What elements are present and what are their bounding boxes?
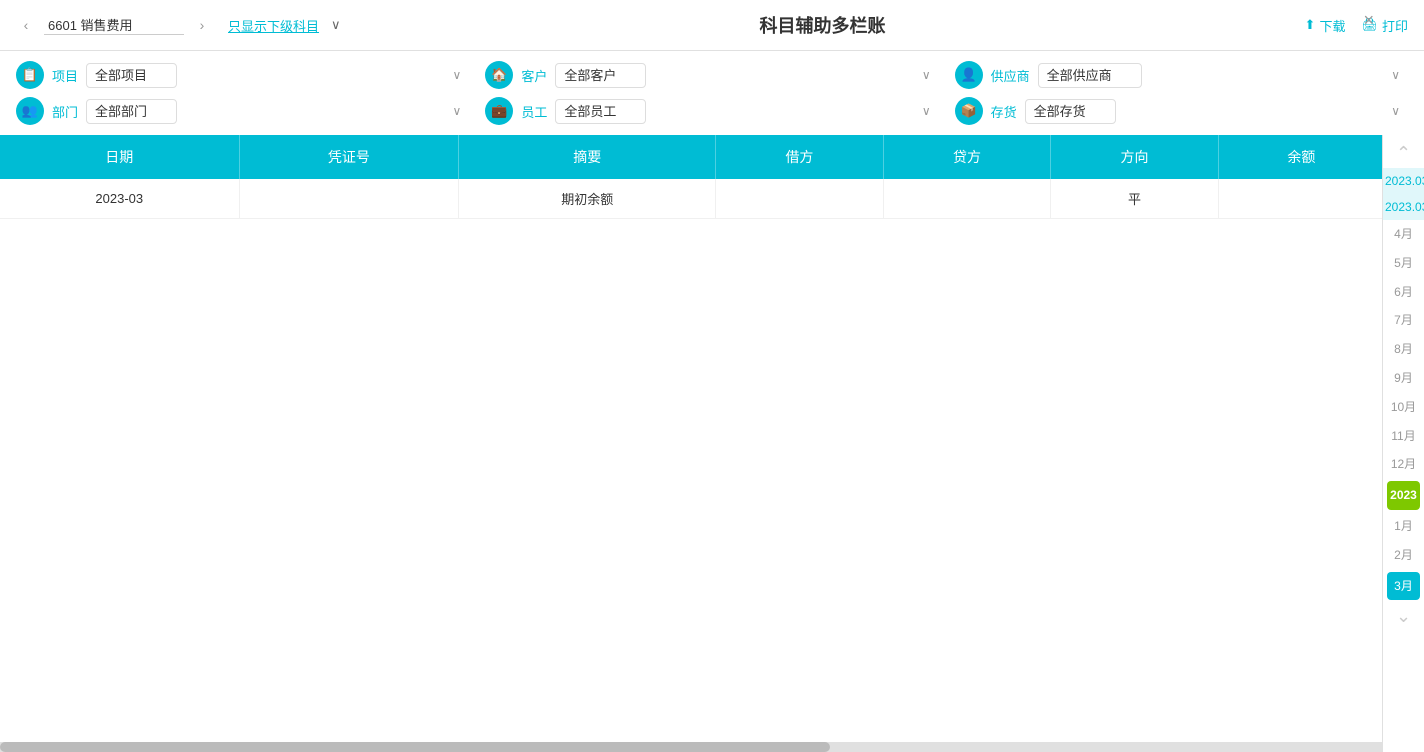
cell-summary: 期初余额 [459,179,716,219]
table-body: 2023-03 期初余额 平 [0,179,1384,219]
close-button[interactable]: × [1363,10,1374,31]
print-label: 打印 [1382,16,1408,35]
filter-supplier: 👤 供应商 全部供应商 [955,61,1408,89]
page-title: 科目辅助多栏账 [349,12,1297,38]
rp-item-feb[interactable]: 2月 [1383,541,1424,570]
project-label: 项目 [52,66,78,85]
filter-inventory: 📦 存货 全部存货 [955,97,1408,125]
supplier-label: 供应商 [991,66,1030,85]
inventory-label: 存货 [991,102,1017,121]
filter-department: 👥 部门 全部部门 [16,97,469,125]
account-code-input[interactable] [44,15,184,35]
rp-item-aug[interactable]: 8月 [1383,335,1424,364]
download-label: 下载 [1319,16,1345,35]
employee-select-wrapper: 全部员工 [555,99,938,124]
col-balance: 余额 [1218,135,1384,179]
inventory-select[interactable]: 全部存货 [1025,99,1116,124]
employee-select[interactable]: 全部员工 [555,99,646,124]
toolbar-right: ⬆ 下载 🖨 打印 [1305,16,1408,35]
col-date: 日期 [0,135,239,179]
customer-icon: 🏠 [485,61,513,89]
rp-item-sep[interactable]: 9月 [1383,364,1424,393]
rp-item-dec[interactable]: 12月 [1383,450,1424,479]
show-sub-label[interactable]: 只显示下级科目 [228,16,319,35]
department-label: 部门 [52,102,78,121]
col-direction: 方向 [1051,135,1219,179]
scrollbar-thumb[interactable] [0,742,830,752]
main-container: × ‹ › 只显示下级科目 ∨ 科目辅助多栏账 ⬆ 下载 🖨 打印 📋 项目 [0,0,1424,752]
rp-item-jun[interactable]: 6月 [1383,278,1424,307]
prev-account-arrow[interactable]: ‹ [16,17,36,33]
project-icon: 📋 [16,61,44,89]
filter-area: 📋 项目 全部项目 🏠 客户 全部客户 👤 供应商 全部供应商 [0,51,1424,135]
top-bar: ‹ › 只显示下级科目 ∨ 科目辅助多栏账 ⬆ 下载 🖨 打印 [0,0,1424,51]
rp-item-2023-03-second[interactable]: 2023.03 [1383,194,1424,220]
project-select-wrapper: 全部项目 [86,63,469,88]
col-credit: 贷方 [883,135,1051,179]
cell-direction: 平 [1051,179,1219,219]
rp-item-jul[interactable]: 7月 [1383,306,1424,335]
rp-item-oct[interactable]: 10月 [1383,393,1424,422]
customer-select[interactable]: 全部客户 [555,63,646,88]
show-sub-dropdown-arrow[interactable]: ∨ [331,17,341,33]
ledger-table: 日期 凭证号 摘要 借方 贷方 方向 余额 2023-03 期初余额 平 [0,135,1384,219]
department-icon: 👥 [16,97,44,125]
cell-credit [883,179,1051,219]
cell-debit [716,179,884,219]
employee-icon: 💼 [485,97,513,125]
rp-item-apr[interactable]: 4月 [1383,220,1424,249]
inventory-icon: 📦 [955,97,983,125]
download-button[interactable]: ⬆ 下载 [1305,16,1346,35]
right-panel: ⌃ 2023.03 2023.03 4月 5月 6月 7月 8月 9月 10月 … [1382,135,1424,752]
col-debit: 借方 [716,135,884,179]
cell-balance [1218,179,1384,219]
table-header-row: 日期 凭证号 摘要 借方 贷方 方向 余额 [0,135,1384,179]
inventory-select-wrapper: 全部存货 [1025,99,1408,124]
download-icon: ⬆ [1305,17,1316,33]
rp-item-2023-03-first[interactable]: 2023.03 [1383,168,1424,194]
horizontal-scrollbar[interactable] [0,742,1384,752]
filter-customer: 🏠 客户 全部客户 [485,61,938,89]
scroll-up-arrow[interactable]: ⌃ [1392,139,1415,168]
table-container[interactable]: 日期 凭证号 摘要 借方 贷方 方向 余额 2023-03 期初余额 平 [0,135,1384,742]
department-select-wrapper: 全部部门 [86,99,469,124]
table-row: 2023-03 期初余额 平 [0,179,1384,219]
col-voucher: 凭证号 [239,135,459,179]
project-select[interactable]: 全部项目 [86,63,177,88]
supplier-select-wrapper: 全部供应商 [1038,63,1408,88]
next-account-arrow[interactable]: › [192,17,212,33]
filter-employee: 💼 员工 全部员工 [485,97,938,125]
rp-item-jan[interactable]: 1月 [1383,512,1424,541]
cell-voucher [239,179,459,219]
supplier-select[interactable]: 全部供应商 [1038,63,1142,88]
department-select[interactable]: 全部部门 [86,99,177,124]
employee-label: 员工 [521,102,547,121]
rp-item-mar-active[interactable]: 3月 [1387,572,1420,601]
rp-item-year-2023[interactable]: 2023 [1387,481,1420,510]
customer-select-wrapper: 全部客户 [555,63,938,88]
col-summary: 摘要 [459,135,716,179]
customer-label: 客户 [521,66,547,85]
filter-project: 📋 项目 全部项目 [16,61,469,89]
rp-item-may[interactable]: 5月 [1383,249,1424,278]
scroll-down-arrow[interactable]: ⌄ [1392,602,1415,631]
supplier-icon: 👤 [955,61,983,89]
rp-item-nov[interactable]: 11月 [1383,422,1424,451]
cell-date: 2023-03 [0,179,239,219]
